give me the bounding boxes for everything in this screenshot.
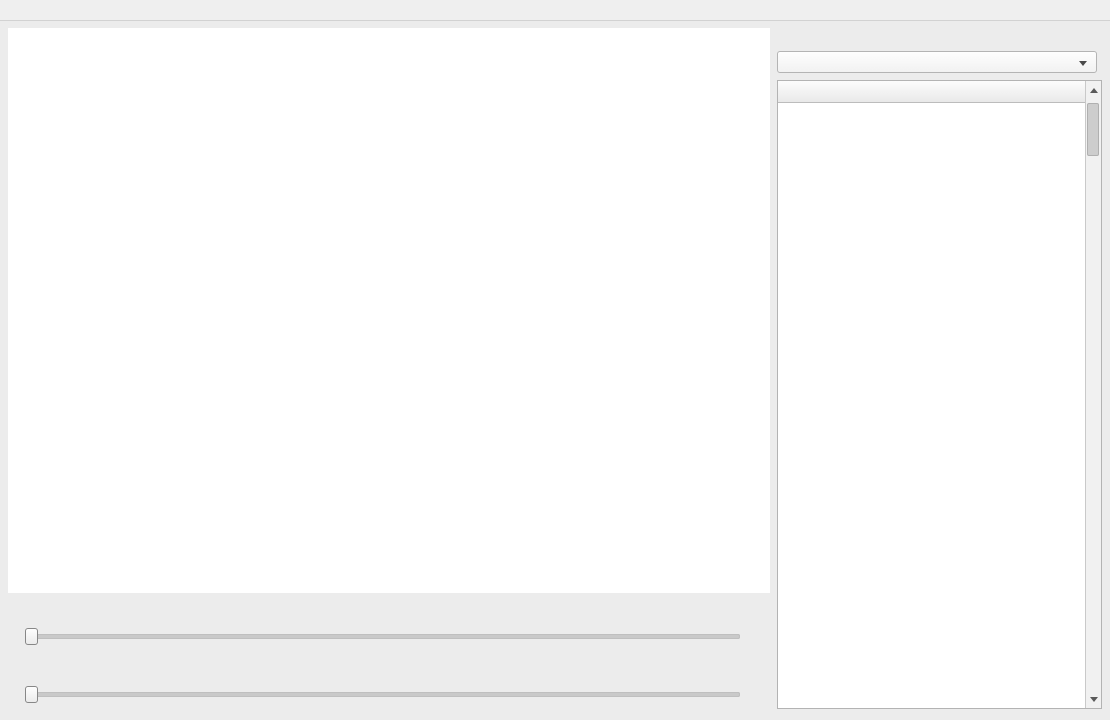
plot-figure xyxy=(8,28,770,593)
elevation-slider-track[interactable] xyxy=(25,692,740,697)
elevation-slider xyxy=(10,686,769,703)
azimuth-slider-track[interactable] xyxy=(25,634,740,639)
table-header-row xyxy=(778,81,1101,103)
elevation-slider-handle[interactable] xyxy=(25,686,38,703)
arrow-up-icon xyxy=(1090,88,1098,93)
plot-type-dropdown[interactable] xyxy=(777,51,1097,73)
chevron-down-icon xyxy=(1079,61,1087,66)
table-scrollbar[interactable] xyxy=(1085,81,1101,708)
scroll-down-button[interactable] xyxy=(1086,691,1101,707)
menubar xyxy=(0,0,1110,21)
data-table xyxy=(777,80,1102,709)
scrollbar-thumb[interactable] xyxy=(1087,103,1099,156)
azimuth-slider xyxy=(10,628,769,645)
azimuth-slider-handle[interactable] xyxy=(25,628,38,645)
plot-canvas-3d-wireframe[interactable] xyxy=(8,28,770,593)
scroll-up-button[interactable] xyxy=(1086,82,1101,98)
arrow-down-icon xyxy=(1090,697,1098,702)
